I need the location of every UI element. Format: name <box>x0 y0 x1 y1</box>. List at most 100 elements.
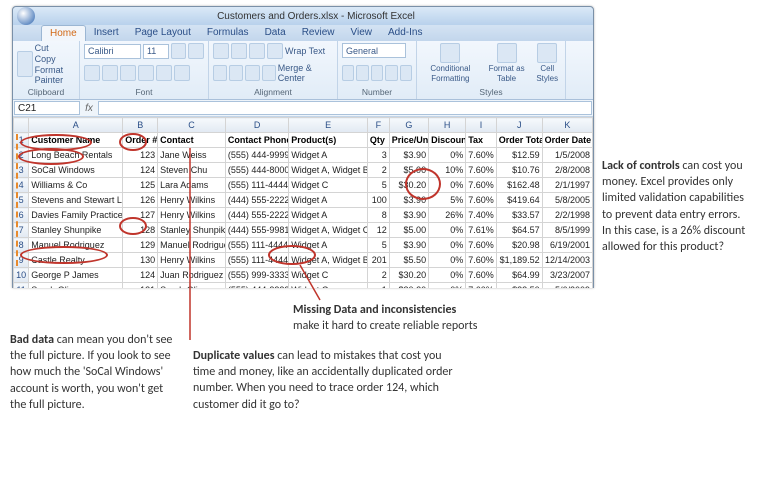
cell[interactable]: Stanley Shunpike <box>158 223 226 238</box>
cell[interactable]: $1,189.52 <box>496 253 542 268</box>
cell[interactable]: Williams & Co <box>29 178 123 193</box>
row-header[interactable]: 10 <box>14 268 29 283</box>
header-cell[interactable]: Price/Unit <box>389 133 428 148</box>
cell[interactable]: Manuel Rodriguez <box>29 238 123 253</box>
cell[interactable]: $3.90 <box>389 238 428 253</box>
cell[interactable]: 0% <box>429 283 466 289</box>
cell[interactable]: 7.60% <box>466 148 497 163</box>
cell[interactable]: (555) 111-4444 <box>225 238 288 253</box>
increase-decimal-icon[interactable] <box>385 65 397 81</box>
cell[interactable]: Widget A, Widget B <box>289 253 368 268</box>
header-cell[interactable]: Discount <box>429 133 466 148</box>
format-as-table-icon[interactable] <box>497 43 517 63</box>
cell[interactable]: 5/8/2005 <box>542 193 592 208</box>
col-header[interactable]: J <box>496 118 542 133</box>
cell[interactable]: $33.57 <box>496 208 542 223</box>
cell[interactable]: 131 <box>123 283 158 289</box>
cell[interactable]: Castle Realty <box>29 253 123 268</box>
fill-color-icon[interactable] <box>156 65 172 81</box>
header-cell[interactable]: Order Total <box>496 133 542 148</box>
cell[interactable]: 1/5/2008 <box>542 148 592 163</box>
cell[interactable]: 126 <box>123 193 158 208</box>
align-left-icon[interactable] <box>213 65 227 81</box>
col-header[interactable]: K <box>542 118 592 133</box>
cell[interactable]: Stevens and Stewart LLC <box>29 193 123 208</box>
header-cell[interactable]: Customer Name <box>29 133 123 148</box>
cell[interactable]: (444) 555-2222 <box>225 208 288 223</box>
cell[interactable]: 100 <box>367 193 389 208</box>
cell[interactable]: $10.76 <box>496 163 542 178</box>
cell[interactable]: $162.48 <box>496 178 542 193</box>
formula-input[interactable] <box>98 101 592 115</box>
indent-icon[interactable] <box>262 65 276 81</box>
cell[interactable]: (444) 555-9981 <box>225 223 288 238</box>
cell[interactable]: $64.57 <box>496 223 542 238</box>
currency-icon[interactable] <box>342 65 354 81</box>
row-header[interactable]: 6 <box>14 208 29 223</box>
cell[interactable]: 124 <box>123 268 158 283</box>
tab-home[interactable]: Home <box>41 25 86 41</box>
align-right-icon[interactable] <box>245 65 259 81</box>
cell[interactable]: 8 <box>367 208 389 223</box>
cell[interactable]: $12.59 <box>496 148 542 163</box>
cell[interactable]: 5% <box>429 193 466 208</box>
header-cell[interactable]: Qty <box>367 133 389 148</box>
cell[interactable]: $3.90 <box>389 208 428 223</box>
cell[interactable]: Henry Wilkins <box>158 208 226 223</box>
cell[interactable]: 10% <box>429 163 466 178</box>
cell[interactable]: Henry Wilkins <box>158 193 226 208</box>
header-cell[interactable]: Product(s) <box>289 133 368 148</box>
cell[interactable]: (555) 444-9999 <box>225 148 288 163</box>
cell[interactable]: Juan Rodriguez <box>158 268 226 283</box>
name-box[interactable]: C21 <box>14 101 80 115</box>
row-header[interactable]: 9 <box>14 253 29 268</box>
cell[interactable]: 125 <box>123 178 158 193</box>
cell[interactable]: (444) 555-2222 <box>225 193 288 208</box>
cell[interactable]: 2 <box>367 163 389 178</box>
align-bottom-icon[interactable] <box>249 43 265 59</box>
row-header[interactable]: 7 <box>14 223 29 238</box>
grow-font-icon[interactable] <box>171 43 187 59</box>
cell[interactable]: Widget A, Widget B <box>289 163 368 178</box>
copy-button[interactable]: Copy <box>35 54 75 64</box>
cell[interactable]: (555) 111-4444 <box>225 178 288 193</box>
cell[interactable]: 127 <box>123 208 158 223</box>
cell[interactable]: 123 <box>123 148 158 163</box>
cell[interactable]: $5.00 <box>389 163 428 178</box>
cell[interactable]: 130 <box>123 253 158 268</box>
paste-icon[interactable] <box>17 51 33 77</box>
cell[interactable]: 129 <box>123 238 158 253</box>
decrease-decimal-icon[interactable] <box>400 65 412 81</box>
header-cell[interactable]: Contact <box>158 133 226 148</box>
cell[interactable]: Davies Family Practice <box>29 208 123 223</box>
cell[interactable]: 1 <box>367 283 389 289</box>
spreadsheet-grid[interactable]: ABCDEFGHIJK 1Customer NameOrder #Contact… <box>13 117 593 288</box>
cell[interactable]: 3 <box>367 148 389 163</box>
cell[interactable]: 0% <box>429 223 466 238</box>
cell[interactable]: 2 <box>367 268 389 283</box>
align-center-icon[interactable] <box>229 65 243 81</box>
wrap-text-button[interactable]: Wrap Text <box>285 46 325 56</box>
cell[interactable]: 5/6/2009 <box>542 283 592 289</box>
tab-data[interactable]: Data <box>257 25 294 41</box>
cell[interactable]: 7.40% <box>466 208 497 223</box>
cell[interactable]: Henry Wilkins <box>158 253 226 268</box>
row-header[interactable]: 1 <box>14 133 29 148</box>
orientation-icon[interactable] <box>267 43 283 59</box>
align-middle-icon[interactable] <box>231 43 247 59</box>
col-header[interactable]: E <box>289 118 368 133</box>
cell[interactable]: 5 <box>367 178 389 193</box>
merge-center-button[interactable]: Merge & Center <box>278 63 333 83</box>
font-size-select[interactable]: 11 <box>143 44 169 59</box>
cell[interactable]: $5.50 <box>389 253 428 268</box>
underline-icon[interactable] <box>120 65 136 81</box>
cell[interactable]: 7.60% <box>466 238 497 253</box>
cell[interactable]: 0% <box>429 178 466 193</box>
office-button[interactable] <box>17 7 35 25</box>
header-cell[interactable]: Order Date <box>542 133 592 148</box>
cell[interactable]: 7.60% <box>466 163 497 178</box>
tab-page-layout[interactable]: Page Layout <box>127 25 199 41</box>
cell[interactable]: 26% <box>429 208 466 223</box>
tab-formulas[interactable]: Formulas <box>199 25 257 41</box>
cut-button[interactable]: Cut <box>35 43 75 53</box>
